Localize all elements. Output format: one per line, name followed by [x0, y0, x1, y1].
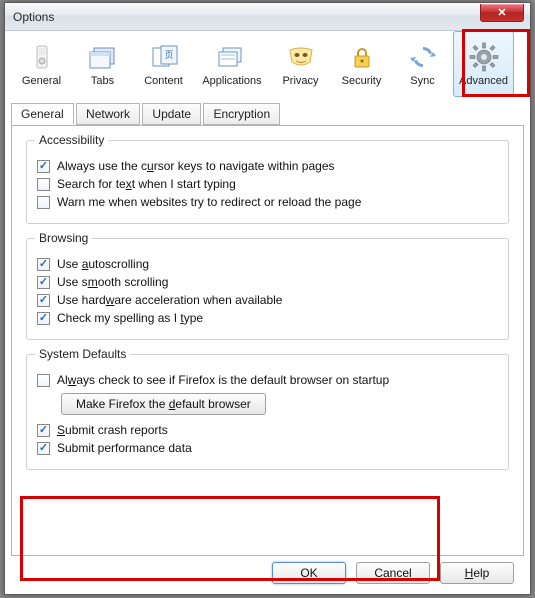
toolbar-label: Advanced	[459, 75, 508, 87]
toolbar-security[interactable]: Security	[331, 31, 392, 97]
toolbar-content[interactable]: 页 Content	[133, 31, 194, 97]
cancel-button[interactable]: Cancel	[356, 562, 430, 584]
dialog-buttons: OK Cancel Help	[272, 562, 514, 584]
svg-text:页: 页	[164, 50, 173, 60]
checkbox-icon	[37, 258, 50, 271]
tabs-icon	[87, 41, 119, 73]
category-toolbar: General Tabs 页 Content Applications Priv…	[5, 31, 530, 97]
toolbar-advanced[interactable]: Advanced	[453, 31, 514, 97]
checkbox-icon	[37, 294, 50, 307]
content-icon: 页	[148, 41, 180, 73]
checkbox-icon	[37, 374, 50, 387]
checkbox-icon	[37, 312, 50, 325]
help-button[interactable]: Help	[440, 562, 514, 584]
applications-icon	[216, 41, 248, 73]
toolbar-label: Security	[342, 75, 382, 87]
gear-icon	[468, 41, 500, 73]
tab-general[interactable]: General	[11, 103, 74, 125]
toolbar-applications[interactable]: Applications	[194, 31, 270, 97]
opt-always-check-default[interactable]: Always check to see if Firefox is the de…	[37, 373, 498, 387]
checkbox-label: Submit crash reports	[57, 423, 168, 437]
checkbox-label: Always use the cursor keys to navigate w…	[57, 159, 335, 173]
group-legend: System Defaults	[35, 347, 130, 361]
toolbar-label: Tabs	[91, 75, 114, 87]
group-legend: Accessibility	[35, 133, 108, 147]
browsing-group: Browsing Use autoscrolling Use smooth sc…	[26, 238, 509, 340]
toolbar-sync[interactable]: Sync	[392, 31, 453, 97]
opt-hw-accel[interactable]: Use hardware acceleration when available	[37, 293, 498, 307]
accessibility-group: Accessibility Always use the cursor keys…	[26, 140, 509, 224]
opt-submit-perf[interactable]: Submit performance data	[37, 441, 498, 455]
checkbox-icon	[37, 196, 50, 209]
checkbox-icon	[37, 424, 50, 437]
checkbox-icon	[37, 178, 50, 191]
make-default-button[interactable]: Make Firefox the default browser	[61, 393, 266, 415]
checkbox-icon	[37, 442, 50, 455]
checkbox-label: Use smooth scrolling	[57, 275, 168, 289]
lock-icon	[346, 41, 378, 73]
opt-autoscroll[interactable]: Use autoscrolling	[37, 257, 498, 271]
checkbox-label: Use hardware acceleration when available	[57, 293, 282, 307]
general-panel: Accessibility Always use the cursor keys…	[11, 126, 524, 556]
checkbox-label: Always check to see if Firefox is the de…	[57, 373, 389, 387]
tab-encryption[interactable]: Encryption	[203, 103, 280, 125]
opt-smooth-scroll[interactable]: Use smooth scrolling	[37, 275, 498, 289]
options-window: Options ✕ General Tabs 页 Content	[4, 2, 531, 595]
mask-icon	[285, 41, 317, 73]
toolbar-privacy[interactable]: Privacy	[270, 31, 331, 97]
toolbar-tabs[interactable]: Tabs	[72, 31, 133, 97]
toolbar-label: Content	[144, 75, 183, 87]
close-button[interactable]: ✕	[480, 4, 524, 22]
checkbox-label: Search for text when I start typing	[57, 177, 236, 191]
checkbox-label: Use autoscrolling	[57, 257, 149, 271]
checkbox-label: Submit performance data	[57, 441, 192, 455]
ok-button[interactable]: OK	[272, 562, 346, 584]
checkbox-label: Check my spelling as I type	[57, 311, 203, 325]
opt-warn-redirect[interactable]: Warn me when websites try to redirect or…	[37, 195, 498, 209]
subtabs: General Network Update Encryption	[11, 103, 524, 126]
tab-update[interactable]: Update	[142, 103, 201, 125]
system-defaults-group: System Defaults Always check to see if F…	[26, 354, 509, 470]
opt-spellcheck[interactable]: Check my spelling as I type	[37, 311, 498, 325]
sync-icon	[407, 41, 439, 73]
toolbar-label: General	[22, 75, 61, 87]
opt-submit-crash[interactable]: Submit crash reports	[37, 423, 498, 437]
group-legend: Browsing	[35, 231, 92, 245]
window-title: Options	[5, 10, 54, 24]
checkbox-icon	[37, 276, 50, 289]
titlebar: Options ✕	[5, 3, 530, 31]
toolbar-label: Sync	[410, 75, 434, 87]
toolbar-label: Applications	[202, 75, 261, 87]
tab-network[interactable]: Network	[76, 103, 140, 125]
checkbox-icon	[37, 160, 50, 173]
toolbar-label: Privacy	[282, 75, 318, 87]
opt-search-typing[interactable]: Search for text when I start typing	[37, 177, 498, 191]
switch-icon	[26, 41, 58, 73]
checkbox-label: Warn me when websites try to redirect or…	[57, 195, 361, 209]
opt-cursor-keys[interactable]: Always use the cursor keys to navigate w…	[37, 159, 498, 173]
toolbar-general[interactable]: General	[11, 31, 72, 97]
